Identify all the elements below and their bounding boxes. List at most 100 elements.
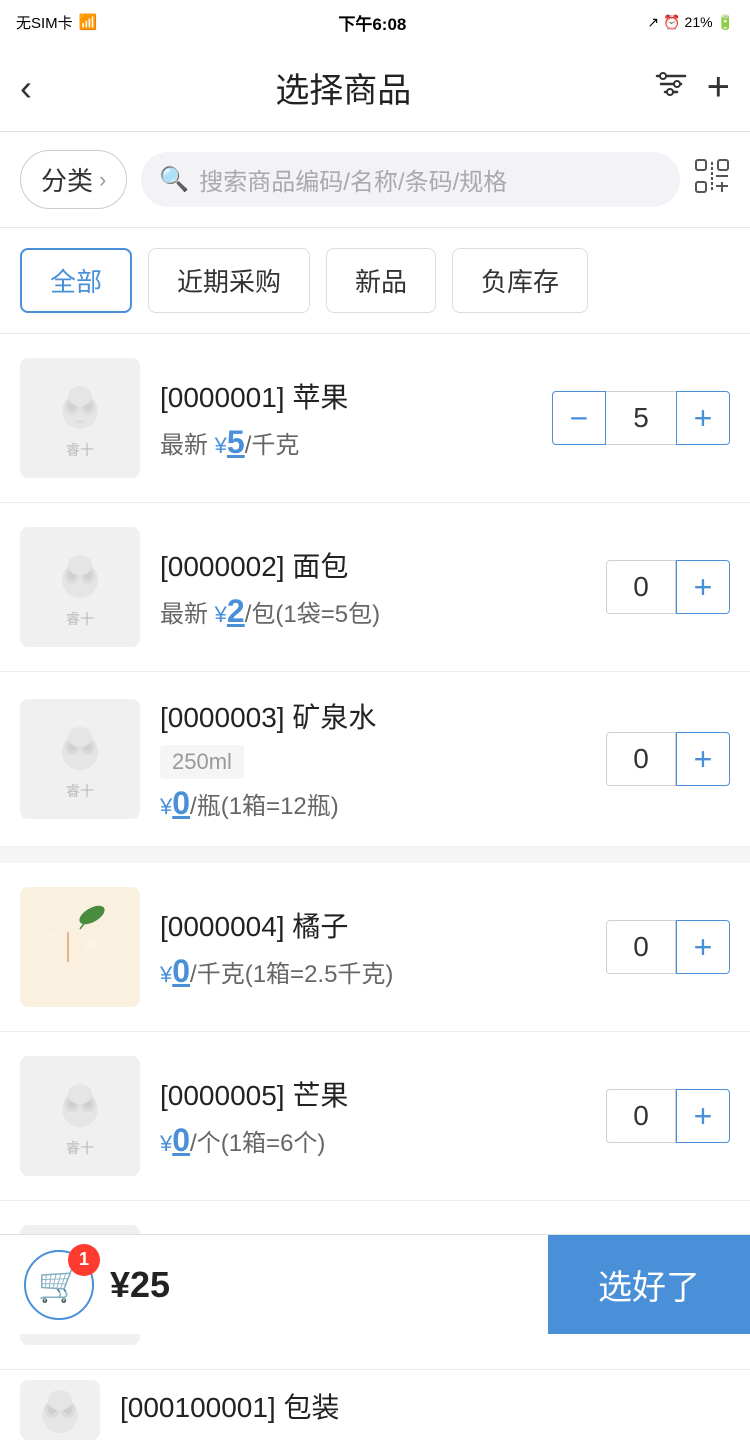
list-item: 睿十 [0000005] 芒果 ¥0/个(1箱=6个) 0 + [0,1032,750,1201]
product-spec: 250ml [160,745,244,779]
product-thumbnail: 睿十 [20,358,140,478]
quantity-value: 0 [606,1089,676,1143]
nav-actions: + [655,65,730,110]
list-item: 睿十 [0000001] 苹果 最新 ¥5/千克 − 5 + [0,334,750,503]
filter-tab-all[interactable]: 全部 [20,248,132,313]
product-price: ¥0/个(1箱=6个) [160,1122,586,1159]
product-name: [0000001] 苹果 [160,376,532,416]
price-value: 0 [172,785,190,821]
bottom-bar: 🛒 1 ¥25 选好了 [0,1234,750,1334]
list-item: [000100001] 包装 [0,1370,750,1450]
product-name: [0000004] 橘子 [160,905,586,945]
product-info: [0000001] 苹果 最新 ¥5/千克 [160,376,532,461]
owl-placeholder-icon: 睿十 [50,1074,110,1158]
list-item: 睿十 [0000002] 面包 最新 ¥2/包(1袋=5包) 0 + [0,503,750,672]
price-yen-icon: ¥ [215,602,227,627]
list-item: [0000004] 橘子 ¥0/千克(1箱=2.5千克) 0 + [0,863,750,1032]
quantity-value: 5 [606,391,676,445]
product-name: [0000005] 芒果 [160,1074,586,1114]
quantity-control: 0 + [606,1089,730,1143]
battery-icon: 🔋 [717,14,734,31]
sim-status: 无SIM卡 [16,12,73,33]
filter-tab-negative[interactable]: 负库存 [452,248,588,313]
price-yen-icon: ¥ [160,1131,172,1156]
price-unit: /千克 [245,432,300,459]
wifi-icon: 📶 [79,13,98,31]
product-thumbnail [20,1380,100,1440]
product-info: [0000004] 橘子 ¥0/千克(1箱=2.5千克) [160,905,586,990]
product-info: [0000002] 面包 最新 ¥2/包(1袋=5包) [160,545,586,630]
category-label: 分类 [41,161,93,198]
product-price: 最新 ¥2/包(1袋=5包) [160,593,586,630]
status-right: ↗ ⏰ 21% 🔋 [647,14,734,31]
filter-tabs: 全部 近期采购 新品 负库存 [0,228,750,334]
cart-button[interactable]: 🛒 1 [24,1250,94,1320]
confirm-button[interactable]: 选好了 [548,1235,750,1334]
cart-total: ¥25 [110,1264,170,1306]
list-item: 睿十 [0000003] 矿泉水 250ml ¥0/瓶(1箱=12瓶) 0 + [0,672,750,847]
search-icon: 🔍 [159,165,189,194]
location-icon: ↗ [647,14,659,31]
add-icon[interactable]: + [707,65,730,110]
product-thumbnail: 睿十 [20,1056,140,1176]
product-thumbnail: 睿十 [20,699,140,819]
price-label: 最新 [160,601,208,628]
nav-bar: ‹ 选择商品 + [0,44,750,132]
search-placeholder: 搜索商品编码/名称/条码/规格 [199,162,507,197]
price-unit: /包(1袋=5包) [245,601,380,628]
owl-placeholder-icon: 睿十 [50,376,110,460]
quantity-decrease-button[interactable]: − [552,391,606,445]
product-info: [0000003] 矿泉水 250ml ¥0/瓶(1箱=12瓶) [160,696,586,822]
price-value: 0 [172,953,190,989]
product-name: [0000003] 矿泉水 [160,696,586,736]
filter-tab-recent[interactable]: 近期采购 [148,248,310,313]
status-time: 下午6:08 [338,10,406,35]
battery-status: 21% [685,14,713,30]
owl-placeholder-icon: 睿十 [50,545,110,629]
price-label: 最新 [160,432,208,459]
cart-area: 🛒 1 ¥25 [0,1250,548,1320]
product-thumbnail [20,887,140,1007]
scan-icon[interactable] [694,158,730,201]
quantity-value: 0 [606,732,676,786]
quantity-control: 0 + [606,920,730,974]
quantity-increase-button[interactable]: + [676,391,730,445]
back-button[interactable]: ‹ [20,67,32,109]
quantity-increase-button[interactable]: + [676,1089,730,1143]
category-button[interactable]: 分类 › [20,150,127,209]
alarm-icon: ⏰ [663,14,680,31]
status-bar: 无SIM卡 📶 下午6:08 ↗ ⏰ 21% 🔋 [0,0,750,44]
quantity-control: 0 + [606,560,730,614]
product-price: ¥0/千克(1箱=2.5千克) [160,953,586,990]
price-unit: /个(1箱=6个) [190,1130,325,1157]
cart-badge: 1 [68,1244,100,1276]
product-info: [0000005] 芒果 ¥0/个(1箱=6个) [160,1074,586,1159]
price-value: 5 [227,424,245,460]
search-bar: 分类 › 🔍 搜索商品编码/名称/条码/规格 [0,132,750,228]
product-name: [000100001] 包装 [120,1386,730,1426]
product-price: ¥0/瓶(1箱=12瓶) [160,785,586,822]
quantity-increase-button[interactable]: + [676,920,730,974]
filter-icon[interactable] [655,70,687,106]
price-unit: /千克(1箱=2.5千克) [190,961,393,988]
owl-placeholder-icon: 睿十 [50,717,110,801]
price-yen-icon: ¥ [160,794,172,819]
quantity-increase-button[interactable]: + [676,560,730,614]
product-price: 最新 ¥5/千克 [160,424,532,461]
quantity-value: 0 [606,560,676,614]
price-value: 0 [172,1122,190,1158]
product-thumbnail: 睿十 [20,527,140,647]
owl-placeholder-icon [30,1380,90,1440]
page-title: 选择商品 [275,63,411,112]
product-name: [0000002] 面包 [160,545,586,585]
quantity-control: 0 + [606,732,730,786]
product-info: [000100001] 包装 [120,1386,730,1434]
price-yen-icon: ¥ [160,962,172,987]
status-left: 无SIM卡 📶 [16,12,97,33]
price-unit: /瓶(1箱=12瓶) [190,793,339,820]
price-yen-icon: ¥ [215,433,227,458]
quantity-control: − 5 + [552,391,730,445]
filter-tab-new[interactable]: 新品 [326,248,436,313]
search-input-wrap[interactable]: 🔍 搜索商品编码/名称/条码/规格 [141,152,680,207]
quantity-increase-button[interactable]: + [676,732,730,786]
